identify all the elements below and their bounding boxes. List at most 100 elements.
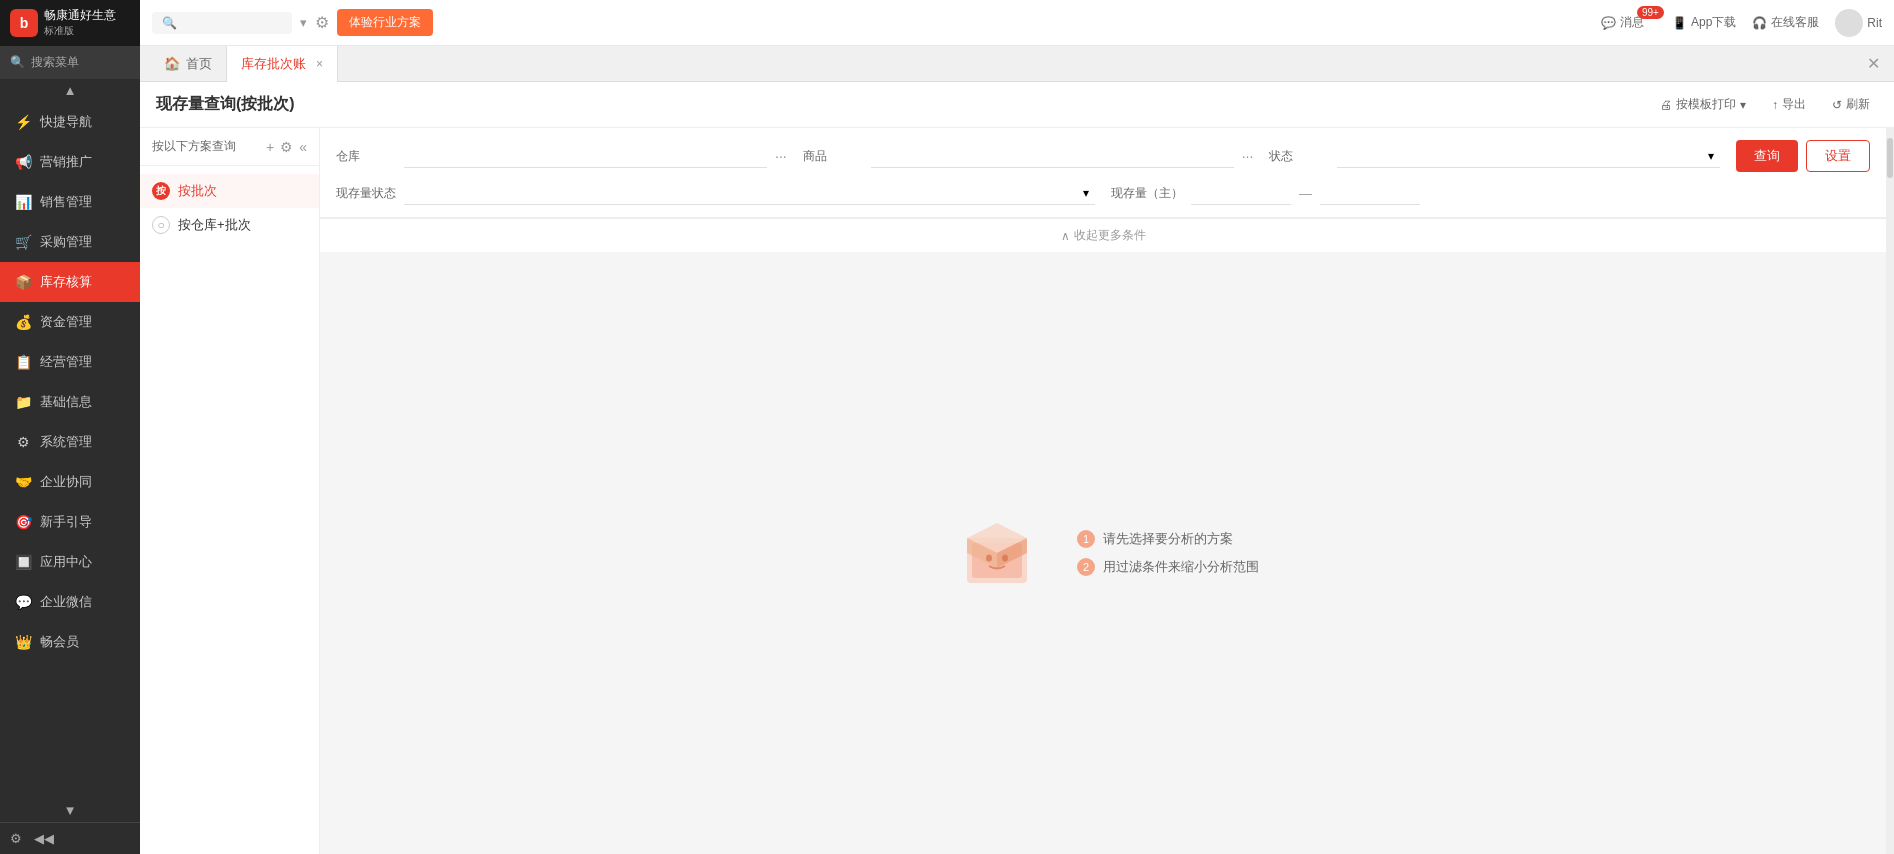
filter-bar: 仓库 ··· 商品 ··· 状态 ▾ bbox=[320, 128, 1886, 218]
sidebar-item-label: 企业协同 bbox=[40, 473, 92, 491]
right-scrollbar[interactable] bbox=[1886, 128, 1894, 854]
status-select[interactable]: ▾ bbox=[1337, 145, 1720, 168]
finance-icon: 💰 bbox=[14, 313, 32, 331]
product-input[interactable] bbox=[871, 145, 1234, 168]
add-scheme-btn[interactable]: + bbox=[266, 139, 274, 155]
sidebar-item-label: 新手引导 bbox=[40, 513, 92, 531]
scroll-down-btn[interactable]: ▼ bbox=[0, 799, 140, 822]
sidebar-item-quick-nav[interactable]: ⚡ 快捷导航 bbox=[0, 102, 140, 142]
left-panel-header-actions: + ⚙ « bbox=[266, 139, 307, 155]
topbar-search-box[interactable]: 🔍 bbox=[152, 12, 292, 34]
topbar-search-icon: 🔍 bbox=[162, 16, 177, 30]
collapse-label: 收起更多条件 bbox=[1074, 227, 1146, 244]
warehouse-input[interactable] bbox=[404, 145, 767, 168]
purchase-icon: 🛒 bbox=[14, 233, 32, 251]
sidebar-item-inventory[interactable]: 📦 库存核算 bbox=[0, 262, 140, 302]
sidebar-item-label: 资金管理 bbox=[40, 313, 92, 331]
export-label: 导出 bbox=[1782, 96, 1806, 113]
empty-state-inner: 1 请先选择要分析的方案 2 用过滤条件来缩小分析范围 bbox=[947, 503, 1259, 603]
collapse-icon: ∧ bbox=[1061, 229, 1070, 243]
empty-state: 1 请先选择要分析的方案 2 用过滤条件来缩小分析范围 bbox=[320, 252, 1886, 854]
sidebar-item-basic-info[interactable]: 📁 基础信息 bbox=[0, 382, 140, 422]
setting-button[interactable]: 设置 bbox=[1806, 140, 1870, 172]
sidebar-item-system[interactable]: ⚙ 系统管理 bbox=[0, 422, 140, 462]
sidebar-search[interactable]: 🔍 搜索菜单 bbox=[0, 46, 140, 79]
tab-close-btn[interactable]: × bbox=[316, 57, 323, 71]
topbar: 🔍 ▾ ⚙ 体验行业方案 💬 消息 99+ 📱 App下载 🎧 在线客服 Ri bbox=[140, 0, 1894, 46]
tab-inventory-batch[interactable]: 库存批次账 × bbox=[227, 46, 338, 82]
tab-active-label: 库存批次账 bbox=[241, 55, 306, 73]
topbar-right: 💬 消息 99+ 📱 App下载 🎧 在线客服 Rit bbox=[1601, 9, 1882, 37]
product-filter-label: 商品 bbox=[803, 148, 863, 165]
sidebar-item-sales[interactable]: 📊 销售管理 bbox=[0, 182, 140, 222]
user-area[interactable]: Rit bbox=[1835, 9, 1882, 37]
empty-tip-1: 1 请先选择要分析的方案 bbox=[1077, 530, 1259, 548]
page-title: 现存量查询(按批次) bbox=[156, 94, 295, 115]
left-panel-list: 按 按批次 ○ 按仓库+批次 bbox=[140, 166, 319, 854]
tab-panel-close-btn[interactable]: ✕ bbox=[1853, 54, 1894, 73]
warehouse-filter: 仓库 ··· bbox=[336, 145, 787, 168]
tip-text-1: 请先选择要分析的方案 bbox=[1103, 530, 1233, 548]
online-service-label: 在线客服 bbox=[1771, 14, 1819, 31]
app-download-btn[interactable]: 📱 App下载 bbox=[1672, 14, 1736, 31]
inventory-qty-to[interactable] bbox=[1320, 182, 1420, 205]
sidebar-item-operations[interactable]: 📋 经营管理 bbox=[0, 342, 140, 382]
sidebar-item-newbie[interactable]: 🎯 新手引导 bbox=[0, 502, 140, 542]
content-area: 按以下方案查询 + ⚙ « 按 按批次 ○ 按 bbox=[140, 128, 1894, 854]
sales-icon: 📊 bbox=[14, 193, 32, 211]
filter-row-1: 仓库 ··· 商品 ··· 状态 ▾ bbox=[336, 140, 1870, 172]
brand-info: 畅康通好生意 标准版 bbox=[44, 8, 116, 38]
app-logo: b bbox=[10, 9, 38, 37]
sidebar-item-member[interactable]: 👑 畅会员 bbox=[0, 622, 140, 662]
online-service-btn[interactable]: 🎧 在线客服 bbox=[1752, 14, 1819, 31]
warehouse-dots[interactable]: ··· bbox=[775, 148, 787, 164]
search-icon: 🔍 bbox=[10, 55, 25, 69]
quick-nav-icon: ⚡ bbox=[14, 113, 32, 131]
print-icon: 🖨 bbox=[1660, 98, 1672, 112]
sidebar-item-enterprise[interactable]: 🤝 企业协同 bbox=[0, 462, 140, 502]
list-item-warehouse-batch[interactable]: ○ 按仓库+批次 bbox=[140, 208, 319, 242]
search-label: 搜索菜单 bbox=[31, 54, 79, 71]
tab-home[interactable]: 🏠 首页 bbox=[150, 46, 227, 82]
scroll-up-btn[interactable]: ▲ bbox=[0, 79, 140, 102]
product-filter: 商品 ··· bbox=[803, 145, 1254, 168]
tabbar: 🏠 首页 库存批次账 × ✕ bbox=[140, 46, 1894, 82]
collapse-more-btn[interactable]: ∧ 收起更多条件 bbox=[320, 218, 1886, 252]
footer-settings-btn[interactable]: ⚙ bbox=[10, 831, 22, 846]
product-dots[interactable]: ··· bbox=[1242, 148, 1254, 164]
refresh-btn[interactable]: ↺ 刷新 bbox=[1824, 92, 1878, 117]
brand-edition: 标准版 bbox=[44, 24, 116, 38]
warehouse-batch-icon: ○ bbox=[152, 216, 170, 234]
sidebar-item-label: 快捷导航 bbox=[40, 113, 92, 131]
avatar bbox=[1835, 9, 1863, 37]
scheme-settings-btn[interactable]: ⚙ bbox=[280, 139, 293, 155]
list-item-batch[interactable]: 按 按批次 bbox=[140, 174, 319, 208]
marketing-icon: 📢 bbox=[14, 153, 32, 171]
topbar-left: 🔍 ▾ ⚙ 体验行业方案 bbox=[152, 9, 1591, 36]
inventory-qty-from[interactable] bbox=[1191, 182, 1291, 205]
print-label: 按模板打印 bbox=[1676, 96, 1736, 113]
export-btn[interactable]: ↑ 导出 bbox=[1764, 92, 1814, 117]
sidebar-item-wechat[interactable]: 💬 企业微信 bbox=[0, 582, 140, 622]
query-button[interactable]: 查询 bbox=[1736, 140, 1798, 172]
experience-btn[interactable]: 体验行业方案 bbox=[337, 9, 433, 36]
collapse-left-btn[interactable]: « bbox=[299, 139, 307, 155]
sidebar-item-finance[interactable]: 💰 资金管理 bbox=[0, 302, 140, 342]
print-btn[interactable]: 🖨 按模板打印 ▾ bbox=[1652, 92, 1754, 117]
batch-item-icon: 按 bbox=[152, 182, 170, 200]
dropdown-icon[interactable]: ▾ bbox=[300, 15, 307, 30]
tip-number-1: 1 bbox=[1077, 530, 1095, 548]
sidebar-item-app-center[interactable]: 🔲 应用中心 bbox=[0, 542, 140, 582]
inventory-qty-filter: 现存量（主） — bbox=[1111, 182, 1870, 205]
filter-row-2: 现存量状态 ▾ 现存量（主） — bbox=[336, 182, 1870, 205]
messages-icon: 💬 bbox=[1601, 16, 1616, 30]
refresh-icon: ↺ bbox=[1832, 98, 1842, 112]
inventory-status-select[interactable]: ▾ bbox=[404, 182, 1095, 205]
sidebar-item-purchase[interactable]: 🛒 采购管理 bbox=[0, 222, 140, 262]
sidebar-item-marketing[interactable]: 📢 营销推广 bbox=[0, 142, 140, 182]
messages-btn[interactable]: 💬 消息 99+ bbox=[1601, 14, 1656, 31]
footer-audio-btn[interactable]: ◀◀ bbox=[34, 831, 54, 846]
tip-number-2: 2 bbox=[1077, 558, 1095, 576]
system-icon: ⚙ bbox=[14, 433, 32, 451]
settings-icon[interactable]: ⚙ bbox=[315, 13, 329, 32]
